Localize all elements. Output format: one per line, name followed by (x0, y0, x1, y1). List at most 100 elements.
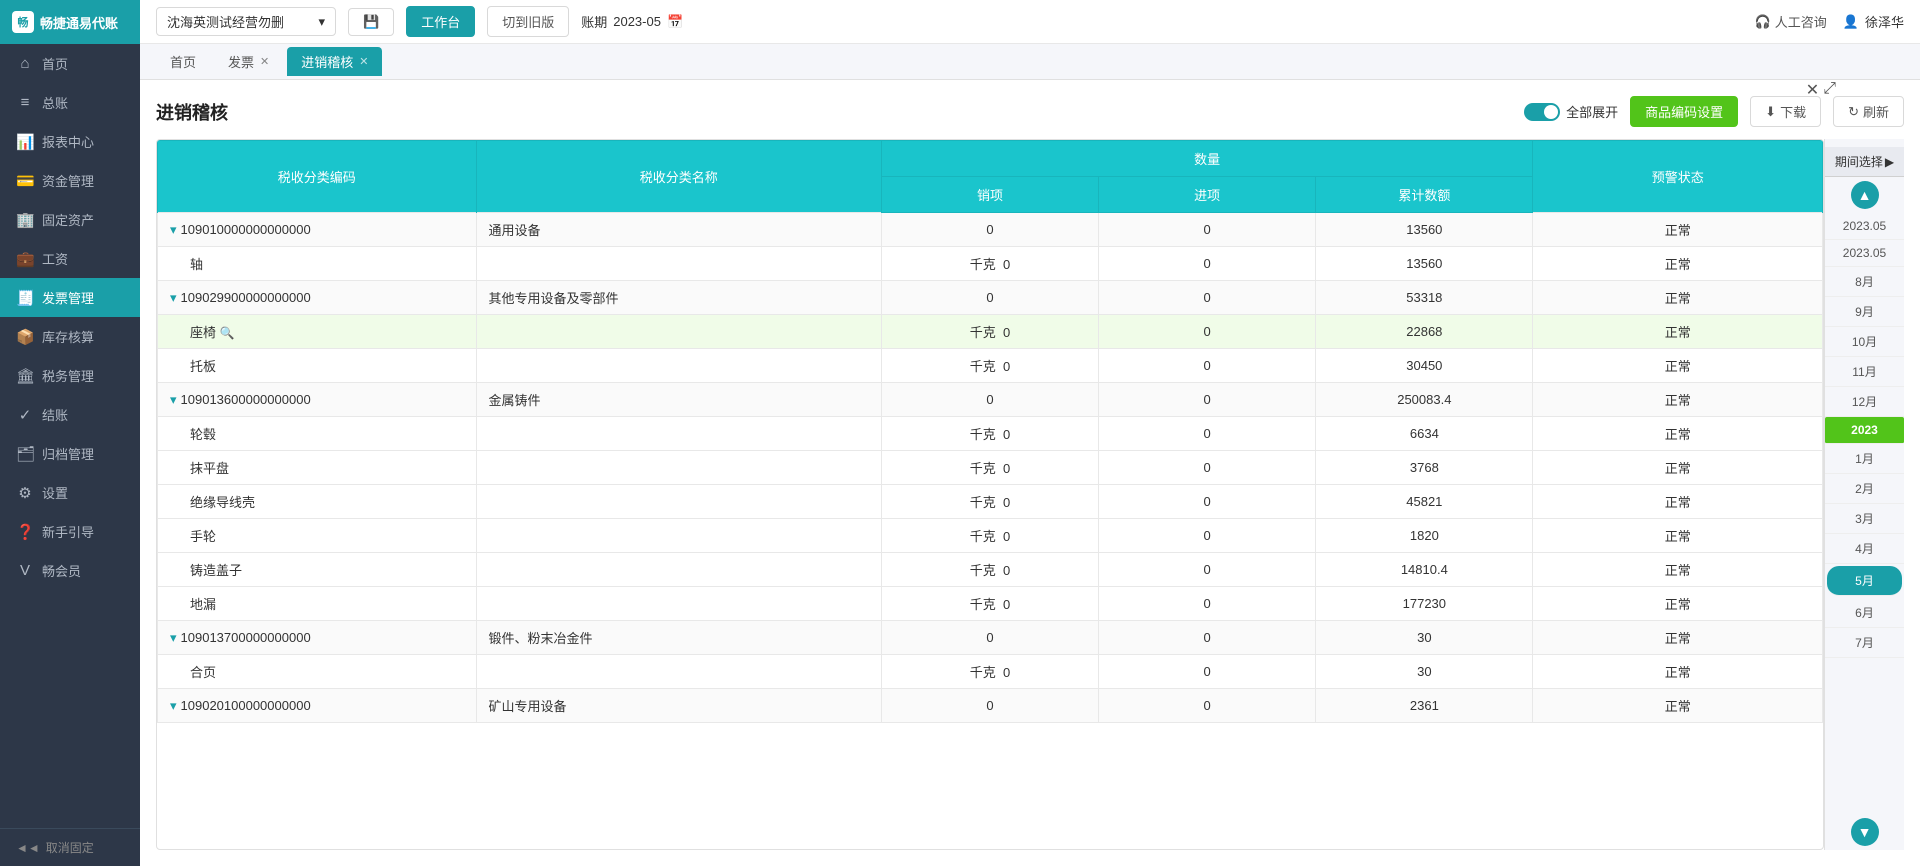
panel-collapse-icon[interactable]: ▶ (1885, 155, 1894, 169)
sidebar-item-settle[interactable]: ✓ 结账 (0, 395, 140, 434)
cell-name (476, 247, 881, 281)
sidebar-pin-toggle[interactable]: ◄◄ 取消固定 (0, 828, 140, 866)
collapse-icon[interactable]: ▾ (170, 630, 177, 645)
sidebar-item-inventory[interactable]: 📦 库存核算 (0, 317, 140, 356)
refresh-button[interactable]: ↻ 刷新 (1833, 96, 1904, 127)
service-button[interactable]: 🎧 人工咨询 (1755, 12, 1827, 31)
sidebar-item-settings[interactable]: ⚙ 设置 (0, 473, 140, 512)
home-icon: ⌂ (16, 55, 34, 72)
period-item[interactable]: 3月 (1825, 504, 1904, 534)
sidebar-item-label: 新手引导 (42, 522, 94, 541)
sidebar-item-label: 结账 (42, 405, 68, 424)
table-row[interactable]: 座椅 🔍千克 0022868正常 (158, 315, 1823, 349)
period-item[interactable]: 8月 (1825, 267, 1904, 297)
expand-all-toggle[interactable]: 全部展开 (1524, 102, 1618, 121)
product-code-settings-button[interactable]: 商品编码设置 (1630, 96, 1738, 127)
company-dropdown-icon: ▾ (318, 14, 325, 30)
cell-status: 正常 (1533, 655, 1823, 689)
tax-icon: 🏛 (16, 367, 34, 385)
period-item[interactable]: 7月 (1825, 628, 1904, 658)
collapse-icon[interactable]: ▾ (170, 392, 177, 407)
cell-name (476, 451, 881, 485)
toggle-switch[interactable] (1524, 103, 1560, 121)
period-item[interactable]: 6月 (1825, 598, 1904, 628)
tab-reconcile[interactable]: 进销稽核 ✕ (287, 47, 382, 76)
sidebar-item-label: 首页 (42, 54, 68, 73)
table-row[interactable]: ▾109010000000000000通用设备0013560正常 (158, 213, 1823, 247)
sidebar-item-label: 归档管理 (42, 444, 94, 463)
table-row[interactable]: 轮毂千克 006634正常 (158, 417, 1823, 451)
period-up-button[interactable]: ▲ (1851, 181, 1879, 209)
funds-icon: 💳 (16, 172, 34, 190)
table-row[interactable]: 铸造盖子千克 0014810.4正常 (158, 553, 1823, 587)
sidebar-item-label: 畅会员 (42, 561, 81, 580)
period-item[interactable]: 11月 (1825, 357, 1904, 387)
period-item[interactable]: 10月 (1825, 327, 1904, 357)
company-selector[interactable]: 沈海英测试经营勿删 ▾ (156, 7, 336, 36)
panel-expand-button[interactable]: ⤢ (1823, 80, 1836, 100)
sidebar-item-invoice[interactable]: 🧾 发票管理 (0, 278, 140, 317)
sidebar-item-guide[interactable]: ❓ 新手引导 (0, 512, 140, 551)
collapse-icon[interactable]: ▾ (170, 290, 177, 305)
table-row[interactable]: ▾109029900000000000其他专用设备及零部件0053318正常 (158, 281, 1823, 315)
period-item[interactable]: 2月 (1825, 474, 1904, 504)
sidebar-item-vip[interactable]: V 畅会员 (0, 551, 140, 590)
table-row[interactable]: ▾109013600000000000金属铸件00250083.4正常 (158, 383, 1823, 417)
table-row[interactable]: 合页千克 0030正常 (158, 655, 1823, 689)
table-row[interactable]: 地漏千克 00177230正常 (158, 587, 1823, 621)
collapse-icon[interactable]: ▾ (170, 698, 177, 713)
search-icon[interactable]: 🔍 (220, 326, 235, 340)
period-item[interactable]: 4月 (1825, 534, 1904, 564)
collapse-icon[interactable]: ▾ (170, 222, 177, 237)
cell-sales: 千克 0 (881, 247, 1098, 281)
panel-close-button[interactable]: ✕ (1806, 80, 1819, 100)
download-button[interactable]: ⬇ 下载 (1750, 96, 1821, 127)
cell-total: 13560 (1316, 247, 1533, 281)
table-row[interactable]: 轴千克 0013560正常 (158, 247, 1823, 281)
tab-home[interactable]: 首页 (156, 47, 210, 76)
right-period-panel: 期间选择 ▶ ▲ 2023.052023.058月9月10月11月12月2023… (1824, 139, 1904, 850)
period-down-button[interactable]: ▼ (1851, 818, 1879, 846)
sidebar-item-ledger[interactable]: ≡ 总账 (0, 83, 140, 122)
save-button[interactable]: 💾 (348, 8, 394, 36)
period-item[interactable]: 5月 (1827, 566, 1902, 596)
tab-reconcile-close[interactable]: ✕ (359, 55, 368, 68)
cell-sales: 0 (881, 383, 1098, 417)
workbench-button[interactable]: 工作台 (406, 6, 475, 37)
period-item[interactable]: 9月 (1825, 297, 1904, 327)
table-row[interactable]: 绝缘导线壳千克 0045821正常 (158, 485, 1823, 519)
cell-purchase: 0 (1099, 281, 1316, 315)
tab-reconcile-label: 进销稽核 (301, 52, 353, 71)
tab-invoice-close[interactable]: ✕ (260, 55, 269, 68)
period-item[interactable]: 2023.05 (1825, 240, 1904, 267)
table-row[interactable]: 抹平盘千克 003768正常 (158, 451, 1823, 485)
table-row[interactable]: ▾109013700000000000锻件、粉末冶金件0030正常 (158, 621, 1823, 655)
tabbar: 首页 发票 ✕ 进销稽核 ✕ (140, 44, 1920, 80)
col-tax-code: 税收分类编码 (158, 141, 477, 213)
settle-icon: ✓ (16, 406, 34, 424)
switch-old-button[interactable]: 切到旧版 (487, 6, 569, 37)
sidebar-item-salary[interactable]: 💼 工资 (0, 239, 140, 278)
user-menu[interactable]: 👤 徐泽华 (1843, 12, 1904, 31)
data-table: 税收分类编码 税收分类名称 数量 预警状态 销项 进项 累计数额 ▾109010… (157, 140, 1823, 723)
sidebar-item-archive[interactable]: 🗂 归档管理 (0, 434, 140, 473)
table-row[interactable]: ▾109020100000000000矿山专用设备002361正常 (158, 689, 1823, 723)
sidebar-item-tax[interactable]: 🏛 税务管理 (0, 356, 140, 395)
period-item[interactable]: 12月 (1825, 387, 1904, 417)
cell-name (476, 587, 881, 621)
tab-invoice[interactable]: 发票 ✕ (214, 47, 283, 76)
period-item[interactable]: 1月 (1825, 444, 1904, 474)
table-row[interactable]: 手轮千克 001820正常 (158, 519, 1823, 553)
table-row[interactable]: 托板千克 0030450正常 (158, 349, 1823, 383)
period-item[interactable]: 2023.05 (1825, 213, 1904, 240)
calendar-icon[interactable]: 📅 (667, 14, 683, 30)
download-icon: ⬇ (1765, 104, 1776, 120)
salary-icon: 💼 (16, 250, 34, 268)
period-item[interactable]: 2023 (1825, 417, 1904, 444)
sidebar-item-home[interactable]: ⌂ 首页 (0, 44, 140, 83)
sidebar-item-funds[interactable]: 💳 资金管理 (0, 161, 140, 200)
sidebar-item-fixed-assets[interactable]: 🏢 固定资产 (0, 200, 140, 239)
cell-status: 正常 (1533, 553, 1823, 587)
sidebar-item-reports[interactable]: 📊 报表中心 (0, 122, 140, 161)
cell-name: 其他专用设备及零部件 (476, 281, 881, 315)
